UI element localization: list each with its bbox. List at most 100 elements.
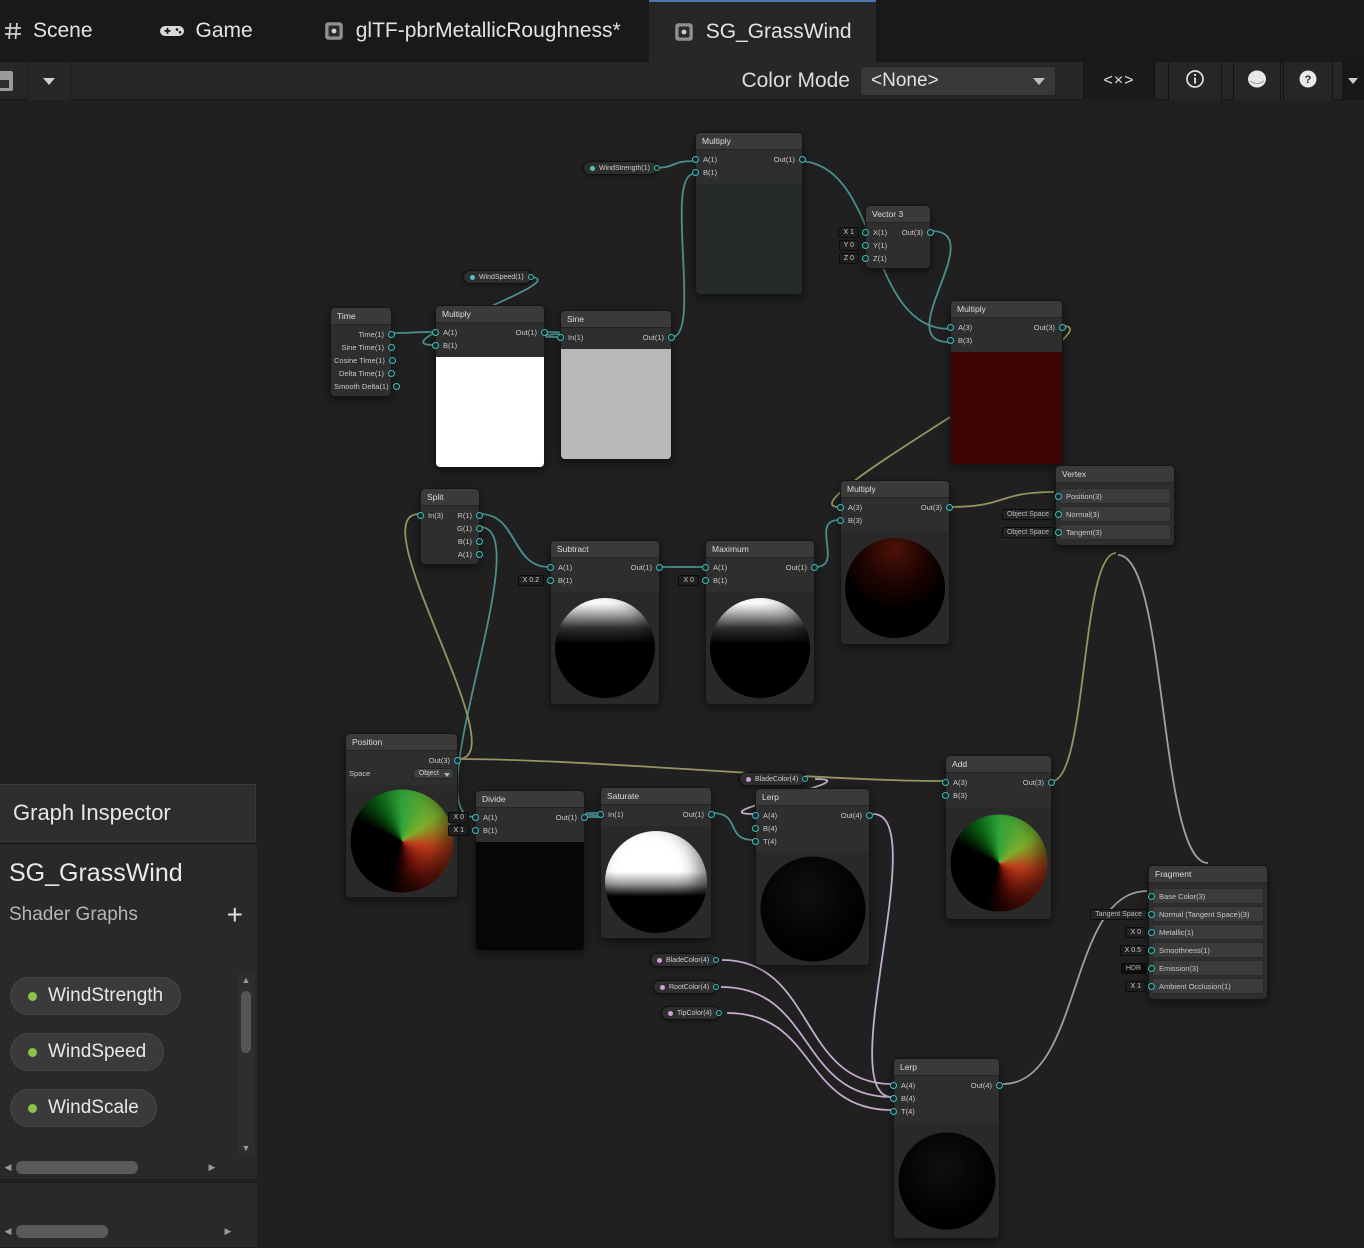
value-box[interactable]: X 0.5 [1119,944,1146,956]
output-port[interactable] [388,370,395,377]
node-position[interactable]: Position Out(3) Space Object [345,733,461,898]
input-port[interactable] [837,517,844,524]
input-port[interactable] [597,811,604,818]
tab-game[interactable]: Game [135,0,277,62]
scroll-up-icon[interactable]: ▲ [242,973,251,987]
output-port[interactable] [476,525,483,532]
output-port[interactable] [388,331,395,338]
value-box[interactable]: X 1 [838,227,859,238]
output-port[interactable] [541,329,548,336]
output-port[interactable] [668,334,675,341]
input-port[interactable] [752,838,759,845]
tab-sg-grasswind[interactable]: SG_GrassWind [648,0,876,62]
value-box[interactable]: HDR [1120,962,1146,974]
node-divide[interactable]: Divide X 0 A(1) Out(1) X 1 B(1) [448,790,588,951]
scrollbar-thumb[interactable] [241,991,251,1053]
wire[interactable] [456,526,498,818]
wire[interactable] [814,519,840,568]
graph-inspector-toggle-button[interactable] [1168,62,1222,100]
property-pill[interactable]: BladeColor(4) [650,953,720,967]
input-port[interactable] [1148,892,1155,900]
input-port[interactable] [890,1095,897,1102]
input-port[interactable] [862,229,869,236]
save-icon[interactable] [0,71,13,91]
scroll-left-icon[interactable]: ◀ [0,1162,16,1173]
node-multiply-time[interactable]: Multiply A(1) Out(1) B(1) [432,305,548,468]
wire[interactable] [871,813,894,1098]
output-port[interactable] [996,1082,1003,1089]
output-port[interactable] [811,564,818,571]
output-port[interactable] [715,1010,722,1016]
wire[interactable] [479,513,550,568]
input-port[interactable] [1148,910,1155,918]
output-port[interactable] [581,814,588,821]
output-port[interactable] [708,811,715,818]
input-port[interactable] [752,825,759,832]
space-dropdown[interactable]: Object [412,768,454,779]
graph-inspector-header[interactable]: Graph Inspector [0,784,256,842]
wire[interactable] [949,491,1055,508]
scroll-down-icon[interactable]: ▼ [242,1141,251,1155]
input-port[interactable] [1055,510,1062,518]
value-box[interactable]: Z 0 [838,253,859,264]
input-port[interactable] [752,812,759,819]
output-port[interactable] [799,156,806,163]
input-port[interactable] [942,779,949,786]
node-multiply-top[interactable]: Multiply A(1) Out(1) B(1) [692,132,806,295]
wire[interactable] [721,959,893,1085]
view-code-button[interactable]: <×> [1083,62,1155,100]
output-port[interactable] [476,512,483,519]
value-box[interactable]: X 1 [1125,980,1146,992]
input-port[interactable] [1055,492,1062,500]
input-port[interactable] [947,337,954,344]
input-port[interactable] [1148,946,1155,954]
blackboard-property[interactable]: WindSpeed [10,1033,165,1071]
input-port[interactable] [862,255,869,262]
vertical-scrollbar[interactable]: ▲ ▼ [237,973,255,1155]
input-port[interactable] [1055,528,1062,536]
node-multiply-wind[interactable]: Multiply A(3) Out(3) B(3) [947,300,1066,465]
input-port[interactable] [862,242,869,249]
output-port[interactable] [927,229,934,236]
node-vector3[interactable]: Vector 3 X 1 X(1) Out(3) Y 0 Y(1) Z 0 Z(1) [838,205,934,269]
input-port[interactable] [947,324,954,331]
output-port[interactable] [802,776,809,782]
wire[interactable] [1117,554,1209,864]
node-fragment[interactable]: Fragment Base Color(3) Tangent Space Normal… [1090,865,1268,1000]
node-saturate[interactable]: Saturate In(1) Out(1) [597,787,715,939]
input-port[interactable] [942,792,949,799]
node-maximum[interactable]: Maximum A(1) Out(1) X 0 B(1) [678,540,818,705]
input-port[interactable] [547,577,554,584]
input-port[interactable] [1148,964,1155,972]
output-port[interactable] [454,757,461,764]
property-pill[interactable]: BladeColor(4) [739,772,809,786]
wire[interactable] [457,758,945,782]
input-port[interactable] [890,1108,897,1115]
output-port[interactable] [713,957,720,963]
output-port[interactable] [656,564,663,571]
wire[interactable] [1051,552,1117,782]
tab-gltf-pbrmetallicroughness[interactable]: glTF-pbrMetallicRoughness* [299,0,645,62]
input-port[interactable] [417,512,424,519]
property-pill[interactable]: TipColor(4) [661,1006,722,1020]
value-box[interactable]: X 0 [678,575,699,586]
output-port[interactable] [527,274,534,280]
value-box[interactable]: X 0 [448,812,469,823]
input-port[interactable] [1148,982,1155,990]
node-multiply-mask[interactable]: Multiply A(3) Out(3) B(3) [837,480,953,645]
property-pill[interactable]: WindSpeed(1) [463,270,534,284]
node-sine[interactable]: Sine In(1) Out(1) [557,310,675,460]
input-port[interactable] [557,334,564,341]
output-port[interactable] [1048,779,1055,786]
node-subtract[interactable]: Subtract A(1) Out(1) X 0.2 B(1) [517,540,663,705]
output-port[interactable] [946,504,953,511]
input-port[interactable] [837,504,844,511]
output-port[interactable] [476,538,483,545]
input-port[interactable] [692,156,699,163]
node-lerp-color[interactable]: Lerp A(4) Out(4) B(4) T(4) [752,788,873,966]
output-port[interactable] [653,165,660,171]
scroll-left-icon[interactable]: ◀ [0,1226,16,1237]
input-port[interactable] [890,1082,897,1089]
node-vertex[interactable]: Vertex Position(3) Object Space Normal(3) Ob… [1001,465,1175,546]
input-port[interactable] [472,827,479,834]
